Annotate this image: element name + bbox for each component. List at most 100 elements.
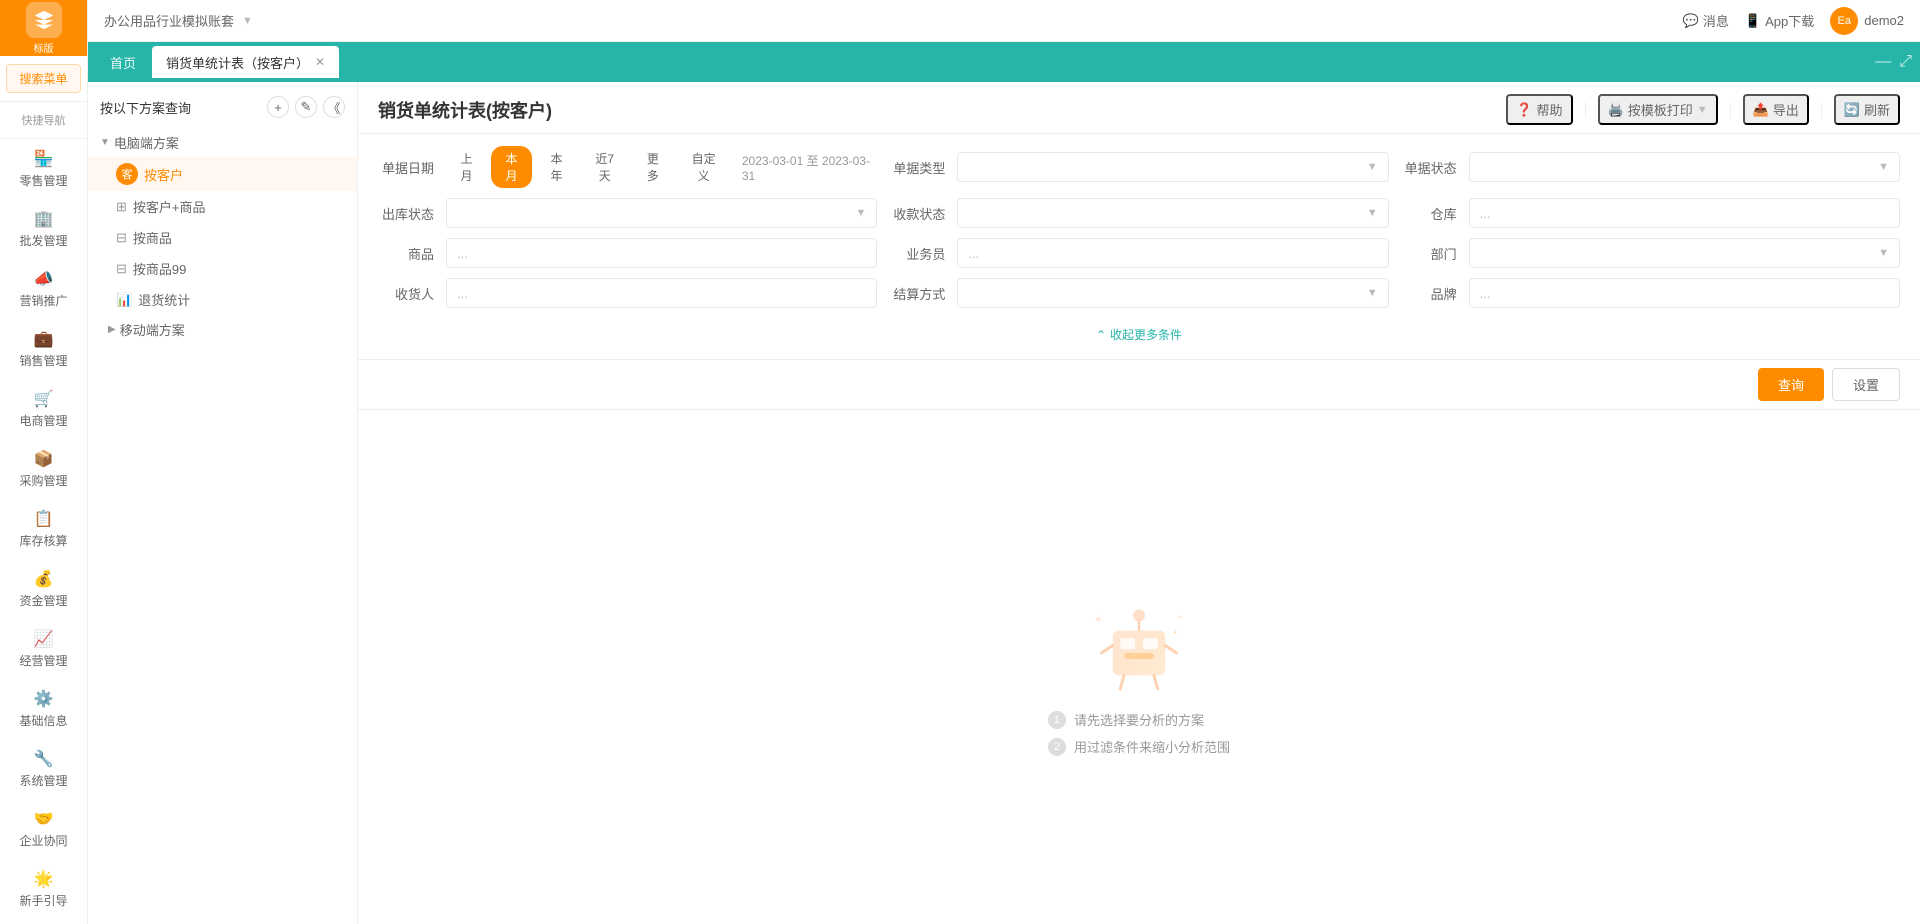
receiver-select[interactable]: ...	[446, 278, 877, 308]
stock-status-field[interactable]: ▼	[446, 198, 877, 228]
page-header: 销货单统计表(按客户) ❓ 帮助 🖨️ 按模板打印 ▼ 📤	[358, 82, 1920, 134]
dept-select[interactable]: ▼	[1469, 238, 1900, 268]
sidebar-item-retail[interactable]: 🏪 零售管理	[0, 139, 87, 199]
purchase-icon: 📦	[34, 449, 54, 469]
date-btn-more[interactable]: 更多	[632, 146, 673, 188]
sidebar-item-finance[interactable]: 💰 资金管理	[0, 559, 87, 619]
divider3	[1821, 102, 1822, 118]
marketing-icon: 📣	[34, 269, 54, 289]
warehouse-field[interactable]: ...	[1469, 198, 1900, 228]
scheme-group-desktop-header[interactable]: ▼ 电脑端方案	[88, 128, 357, 157]
settlement-field[interactable]: ▼	[957, 278, 1388, 308]
scheme-item-by-product[interactable]: ⊟ 按商品	[88, 222, 357, 253]
salesperson-ellipsis: ...	[968, 246, 979, 261]
sidebar-item-sales[interactable]: 💼 销售管理	[0, 319, 87, 379]
tab-maximize-icon[interactable]: ⤢	[1899, 53, 1912, 71]
product-label: 商品	[378, 244, 434, 263]
date-btn-current-year[interactable]: 本年	[536, 146, 577, 188]
sidebar-item-marketing[interactable]: 📣 营销推广	[0, 259, 87, 319]
user-menu[interactable]: Ea demo2	[1830, 7, 1904, 35]
left-panel: 按以下方案查询 + ✎ 《 ▼ 电脑端方案 客 按客户 ⊞ 按客	[88, 82, 358, 924]
scheme-item-by-product-99[interactable]: ⊟ 按商品99	[88, 253, 357, 284]
salesperson-select[interactable]: ...	[957, 238, 1388, 268]
sidebar-item-wholesale[interactable]: 🏢 批发管理	[0, 199, 87, 259]
collapse-panel-button[interactable]: 《	[323, 96, 345, 118]
search-menu-button[interactable]: 搜索菜单	[6, 64, 81, 93]
sidebar-item-enterprise[interactable]: 🤝 企业协同	[0, 799, 87, 859]
edit-scheme-button[interactable]: ✎	[295, 96, 317, 118]
dept-field[interactable]: ▼	[1469, 238, 1900, 268]
tab-sales-stat[interactable]: 销货单统计表（按客户） ✕	[152, 46, 339, 78]
sidebar-item-purchase[interactable]: 📦 采购管理	[0, 439, 87, 499]
help-label: 帮助	[1536, 100, 1562, 119]
help-button[interactable]: ❓ 帮助	[1506, 94, 1572, 125]
refresh-label: 刷新	[1864, 100, 1890, 119]
date-btn-last-7[interactable]: 近7天	[581, 146, 628, 188]
brand-field[interactable]: ...	[1469, 278, 1900, 308]
product-ellipsis: ...	[457, 246, 468, 261]
chevron-down-icon[interactable]: ▼	[242, 15, 253, 27]
date-btn-custom[interactable]: 自定义	[677, 146, 729, 188]
sidebar-item-operation[interactable]: 📈 经营管理	[0, 619, 87, 679]
sidebar-item-inventory[interactable]: 📋 库存核算	[0, 499, 87, 559]
doc-status-select[interactable]: ▼	[1469, 152, 1900, 182]
payment-status-label: 收款状态	[889, 204, 945, 223]
scheme-group-mobile-header[interactable]: ▶ 移动端方案	[88, 315, 357, 344]
brand-select[interactable]: ...	[1469, 278, 1900, 308]
salesperson-field[interactable]: ...	[957, 238, 1388, 268]
refresh-icon: 🔄	[1844, 102, 1860, 118]
collapse-row: ⌃ 收起更多条件	[378, 318, 1900, 347]
chevron-payment: ▼	[1367, 207, 1378, 219]
sidebar-item-ecommerce[interactable]: 🛒 电商管理	[0, 379, 87, 439]
scheme-item-by-customer[interactable]: 客 按客户	[88, 157, 357, 191]
industry-label: 办公用品行业模拟账套	[104, 11, 234, 30]
top-header: 办公用品行业模拟账套 ▼ 💬 消息 📱 App下载 Ea demo2	[88, 0, 1920, 42]
query-button[interactable]: 查询	[1758, 368, 1824, 401]
doc-status-field[interactable]: ▼	[1469, 152, 1900, 182]
expand-icon: ▼	[100, 137, 110, 148]
scheme-item-by-customer-product[interactable]: ⊞ 按客户+商品	[88, 191, 357, 222]
scheme-item-by-product-99-label: 按商品99	[133, 259, 186, 278]
chevron-doc-status: ▼	[1878, 161, 1889, 173]
add-scheme-button[interactable]: +	[267, 96, 289, 118]
tab-home[interactable]: 首页	[96, 46, 150, 78]
sidebar-item-basic[interactable]: ⚙️ 基础信息	[0, 679, 87, 739]
sidebar-item-appcenter[interactable]: 📱 应用中心	[0, 919, 87, 924]
doc-type-select[interactable]: ▼	[957, 152, 1388, 182]
logo-text: 标版	[34, 40, 54, 55]
template-print-button[interactable]: 🖨️ 按模板打印 ▼	[1598, 94, 1718, 125]
payment-status-select[interactable]: ▼	[957, 198, 1388, 228]
product-field[interactable]: ...	[446, 238, 877, 268]
enterprise-icon: 🤝	[34, 809, 54, 829]
receiver-field[interactable]: ...	[446, 278, 877, 308]
message-button[interactable]: 💬 消息	[1683, 11, 1729, 30]
refresh-button[interactable]: 🔄 刷新	[1834, 94, 1900, 125]
app-download-button[interactable]: 📱 App下载	[1745, 11, 1814, 30]
app-logo[interactable]: 标版	[0, 0, 87, 56]
sidebar-item-newguide[interactable]: 🌟 新手引导	[0, 859, 87, 919]
sidebar-item-system[interactable]: 🔧 系统管理	[0, 739, 87, 799]
export-button[interactable]: 📤 导出	[1743, 94, 1809, 125]
panel-actions: + ✎ 《	[267, 96, 345, 118]
doc-type-field[interactable]: ▼	[957, 152, 1388, 182]
payment-status-field[interactable]: ▼	[957, 198, 1388, 228]
sidebar-item-ecommerce-label: 电商管理	[19, 412, 67, 429]
collapse-button[interactable]: ⌃ 收起更多条件	[1096, 326, 1182, 343]
export-icon: 📤	[1753, 102, 1769, 118]
tab-close-icon[interactable]: ✕	[315, 55, 325, 69]
settlement-select[interactable]: ▼	[957, 278, 1388, 308]
warehouse-select[interactable]: ...	[1469, 198, 1900, 228]
date-btn-last-month[interactable]: 上月	[446, 146, 487, 188]
warehouse-label: 仓库	[1401, 204, 1457, 223]
page-title: 销货单统计表(按客户)	[378, 97, 552, 123]
scheme-item-return-stat[interactable]: 📊 退货统计	[88, 284, 357, 315]
product-select[interactable]: ...	[446, 238, 877, 268]
scheme-product99-icon: ⊟	[116, 261, 127, 277]
tab-minimize-icon[interactable]: —	[1875, 53, 1891, 71]
date-btn-current-month[interactable]: 本月	[491, 146, 532, 188]
ecommerce-icon: 🛒	[34, 389, 54, 409]
tab-bar: 首页 销货单统计表（按客户） ✕ — ⤢	[88, 42, 1920, 82]
setting-button[interactable]: 设置	[1832, 368, 1900, 401]
dept-label: 部门	[1401, 244, 1457, 263]
stock-status-select[interactable]: ▼	[446, 198, 877, 228]
